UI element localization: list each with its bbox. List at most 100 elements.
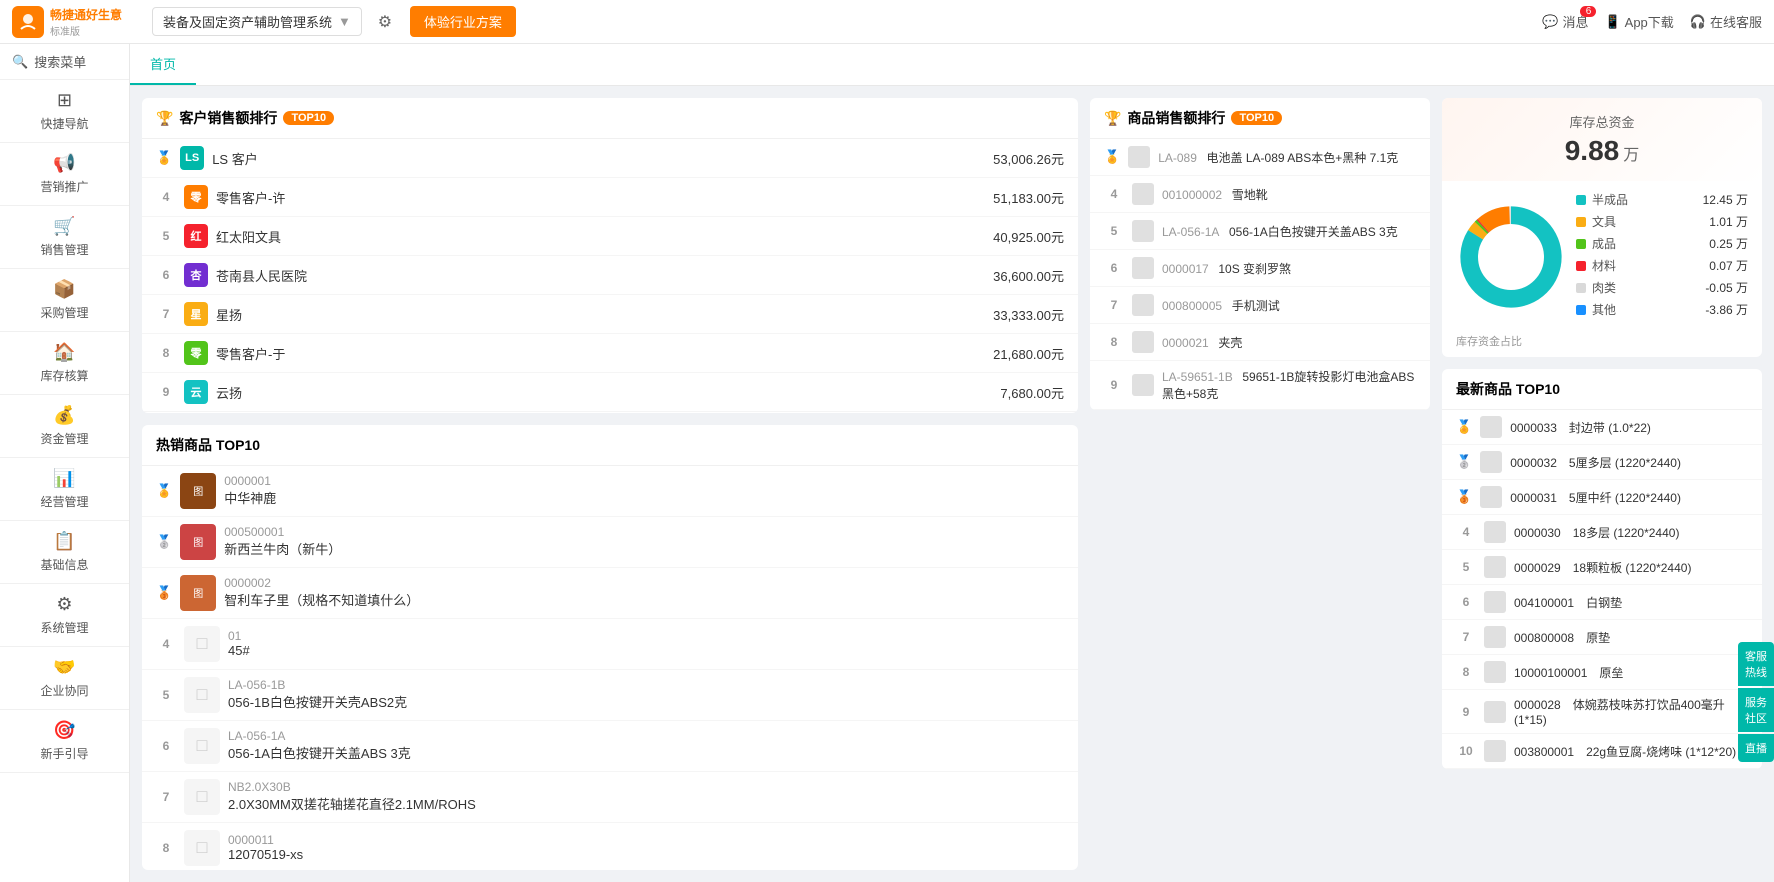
app-download-button[interactable]: 📱 App下载	[1604, 12, 1673, 31]
new-product-name-5: 0000029 18颗粒板 (1220*2440)	[1514, 559, 1748, 576]
new-product-row-10[interactable]: 10 003800001 22g鱼豆腐-烧烤味 (1*12*20)	[1442, 734, 1762, 769]
dropdown-icon: ▼	[338, 14, 351, 29]
inventory-chart-label: 库存资金占比	[1442, 333, 1762, 357]
hot-product-row-5[interactable]: 5 □ LA-056-1B 056-1B白色按键开关壳ABS2克	[142, 670, 1078, 721]
search-menu-item[interactable]: 🔍 搜索菜单	[0, 44, 129, 80]
new-products-card: 最新商品 TOP10 🏅 0000033 封边带 (1.0*22) 🥈 0000…	[1442, 369, 1762, 769]
enterprise-icon: 🤝	[53, 657, 75, 678]
legend-item-4: 材料 0.07 万	[1576, 257, 1748, 274]
sidebar-item-enterprise[interactable]: 🤝 企业协同	[0, 647, 129, 710]
sidebar-item-finance[interactable]: 💰 资金管理	[0, 395, 129, 458]
top-right-area: 💬 消息 6 📱 App下载 🎧 在线客服	[1542, 12, 1762, 31]
hot-product-row-7[interactable]: 7 □ NB2.0X30B 2.0X30MM双搓花轴搓花直径2.1MM/ROHS	[142, 772, 1078, 823]
hot-product-thumb-5: □	[184, 677, 220, 713]
legend-item-5: 肉类 -0.05 万	[1576, 279, 1748, 296]
sidebar-item-guide[interactable]: 🎯 新手引导	[0, 710, 129, 773]
customer-amount-7: 7,680.00元	[1000, 383, 1064, 402]
hot-product-row-6[interactable]: 6 □ LA-056-1A 056-1A白色按键开关盖ABS 3克	[142, 721, 1078, 772]
mid-product-row-5[interactable]: 7 000800005 手机测试	[1090, 287, 1430, 324]
mid-product-row-1[interactable]: 🏅 LA-089 电池盖 LA-089 ABS本色+黑种 7.1克	[1090, 139, 1430, 176]
new-rank-6: 6	[1456, 592, 1476, 612]
legend-dot-5	[1576, 283, 1586, 293]
legend-dot-3	[1576, 239, 1586, 249]
medal-1: 🏅	[156, 150, 172, 166]
legend-dot-1	[1576, 195, 1586, 205]
online-service-button[interactable]: 🎧 在线客服	[1690, 12, 1762, 31]
sidebar-item-marketing[interactable]: 📢 营销推广	[0, 143, 129, 206]
float-btn-community[interactable]: 服务社区	[1738, 688, 1774, 732]
sidebar-item-nav[interactable]: ⊞ 快捷导航	[0, 80, 129, 143]
hot-product-row-3[interactable]: 🥉 图 0000002 智利车子里（规格不知道填什么）	[142, 568, 1078, 619]
sidebar-item-inventory[interactable]: 🏠 库存核算	[0, 332, 129, 395]
mid-product-row-2[interactable]: 4 001000002 雪地靴	[1090, 176, 1430, 213]
new-product-row-8[interactable]: 8 10000100001 原垒	[1442, 655, 1762, 690]
new-product-avatar-10	[1484, 740, 1506, 762]
mid-product-row-4[interactable]: 6 0000017 10S 变刹罗煞	[1090, 250, 1430, 287]
logo-icon	[12, 6, 44, 38]
customer-row-2[interactable]: 4 零 零售客户-许 51,183.00元	[142, 178, 1078, 217]
new-product-row-2[interactable]: 🥈 0000032 5厘多层 (1220*2440)	[1442, 445, 1762, 480]
customer-row-3[interactable]: 5 红 红太阳文具 40,925.00元	[142, 217, 1078, 256]
new-product-row-9[interactable]: 9 0000028 体婉荔枝味苏打饮品400毫升 (1*15)	[1442, 690, 1762, 734]
legend-item-3: 成品 0.25 万	[1576, 235, 1748, 252]
new-product-avatar-3	[1480, 486, 1502, 508]
mid-product-row-7[interactable]: 9 LA-59651-1B 59651-1B旋转投影灯电池盒ABS黑色+58克	[1090, 361, 1430, 410]
new-product-row-3[interactable]: 🥉 0000031 5厘中纤 (1220*2440)	[1442, 480, 1762, 515]
new-product-row-7[interactable]: 7 000800008 原垫	[1442, 620, 1762, 655]
hot-product-row-2[interactable]: 🥈 图 000500001 新西兰牛肉（新牛）	[142, 517, 1078, 568]
new-product-avatar-4	[1484, 521, 1506, 543]
sales-icon: 🛒	[53, 216, 75, 237]
hot-product-info-8: 0000011 12070519-xs	[228, 833, 1064, 862]
new-product-name-3: 0000031 5厘中纤 (1220*2440)	[1510, 489, 1748, 506]
sidebar-item-sales[interactable]: 🛒 销售管理	[0, 206, 129, 269]
chart-legend-area: 半成品 12.45 万 文具 1.01 万 成品 0	[1442, 181, 1762, 333]
hot-product-row-4[interactable]: 4 □ 01 45#	[142, 619, 1078, 670]
rank-4: 6	[156, 265, 176, 285]
trial-button[interactable]: 体验行业方案	[410, 6, 516, 37]
hot-product-info-2: 000500001 新西兰牛肉（新牛）	[224, 525, 1064, 558]
new-product-row-4[interactable]: 4 0000030 18多层 (1220*2440)	[1442, 515, 1762, 550]
trophy-icon-mid: 🏆	[1104, 110, 1121, 127]
customer-row-6[interactable]: 8 零 零售客户-于 21,680.00元	[142, 334, 1078, 373]
mid-product-row-3[interactable]: 5 LA-056-1A 056-1A白色按键开关盖ABS 3克	[1090, 213, 1430, 250]
hot-product-row-1[interactable]: 🏅 图 0000001 中华神鹿	[142, 466, 1078, 517]
content-area: 首页 🏆 客户销售额排行 TOP10 🏅 LS LS	[130, 44, 1774, 882]
avatar-5: 星	[184, 302, 208, 326]
mid-rank-6: 8	[1104, 332, 1124, 352]
hot-product-info-4: 01 45#	[228, 629, 1064, 658]
float-btn-live[interactable]: 直播	[1738, 734, 1774, 762]
sidebar-item-purchase[interactable]: 📦 采购管理	[0, 269, 129, 332]
mid-products-tag: TOP10	[1231, 111, 1282, 125]
customer-ranking-card: 🏆 客户销售额排行 TOP10 🏅 LS LS 客户 53,006.26元	[142, 98, 1078, 413]
float-btn-service[interactable]: 客服热线	[1738, 642, 1774, 686]
new-product-row-1[interactable]: 🏅 0000033 封边带 (1.0*22)	[1442, 410, 1762, 445]
tab-home[interactable]: 首页	[130, 44, 196, 85]
customer-row-7[interactable]: 9 云 云扬 7,680.00元	[142, 373, 1078, 412]
system-selector[interactable]: 装备及固定资产辅助管理系统 ▼	[152, 7, 362, 36]
new-products-header: 最新商品 TOP10	[1442, 369, 1762, 410]
purchase-icon: 📦	[53, 279, 75, 300]
customer-row-1[interactable]: 🏅 LS LS 客户 53,006.26元	[142, 139, 1078, 178]
avatar-3: 红	[184, 224, 208, 248]
hot-product-info-7: NB2.0X30B 2.0X30MM双搓花轴搓花直径2.1MM/ROHS	[228, 780, 1064, 813]
customer-row-5[interactable]: 7 星 星扬 33,333.00元	[142, 295, 1078, 334]
customer-row-4[interactable]: 6 杏 苍南县人民医院 36,600.00元	[142, 256, 1078, 295]
page-content: 🏆 客户销售额排行 TOP10 🏅 LS LS 客户 53,006.26元	[130, 86, 1774, 882]
search-icon: 🔍	[12, 54, 28, 70]
hot-product-thumb-2: 图	[180, 524, 216, 560]
customer-amount-2: 51,183.00元	[993, 188, 1064, 207]
hot-product-row-8[interactable]: 8 □ 0000011 12070519-xs	[142, 823, 1078, 870]
settings-button[interactable]: ⚙	[370, 7, 400, 37]
main-layout: 🔍 搜索菜单 ⊞ 快捷导航 📢 营销推广 🛒 销售管理 📦 采购管理 🏠 库存核…	[0, 44, 1774, 882]
customer-row-8[interactable]: 10 肖 肖总 7,563.00元	[142, 412, 1078, 413]
sidebar-item-operations[interactable]: 📊 经营管理	[0, 458, 129, 521]
new-product-row-6[interactable]: 6 004100001 白钢垫	[1442, 585, 1762, 620]
hot-product-thumb-6: □	[184, 728, 220, 764]
customer-name-6: 零售客户-于	[216, 344, 985, 363]
new-product-avatar-8	[1484, 661, 1506, 683]
sidebar-item-basic-info[interactable]: 📋 基础信息	[0, 521, 129, 584]
sidebar-item-system[interactable]: ⚙ 系统管理	[0, 584, 129, 647]
new-product-row-5[interactable]: 5 0000029 18颗粒板 (1220*2440)	[1442, 550, 1762, 585]
mid-product-row-6[interactable]: 8 0000021 夹壳	[1090, 324, 1430, 361]
message-button[interactable]: 💬 消息 6	[1542, 12, 1588, 31]
